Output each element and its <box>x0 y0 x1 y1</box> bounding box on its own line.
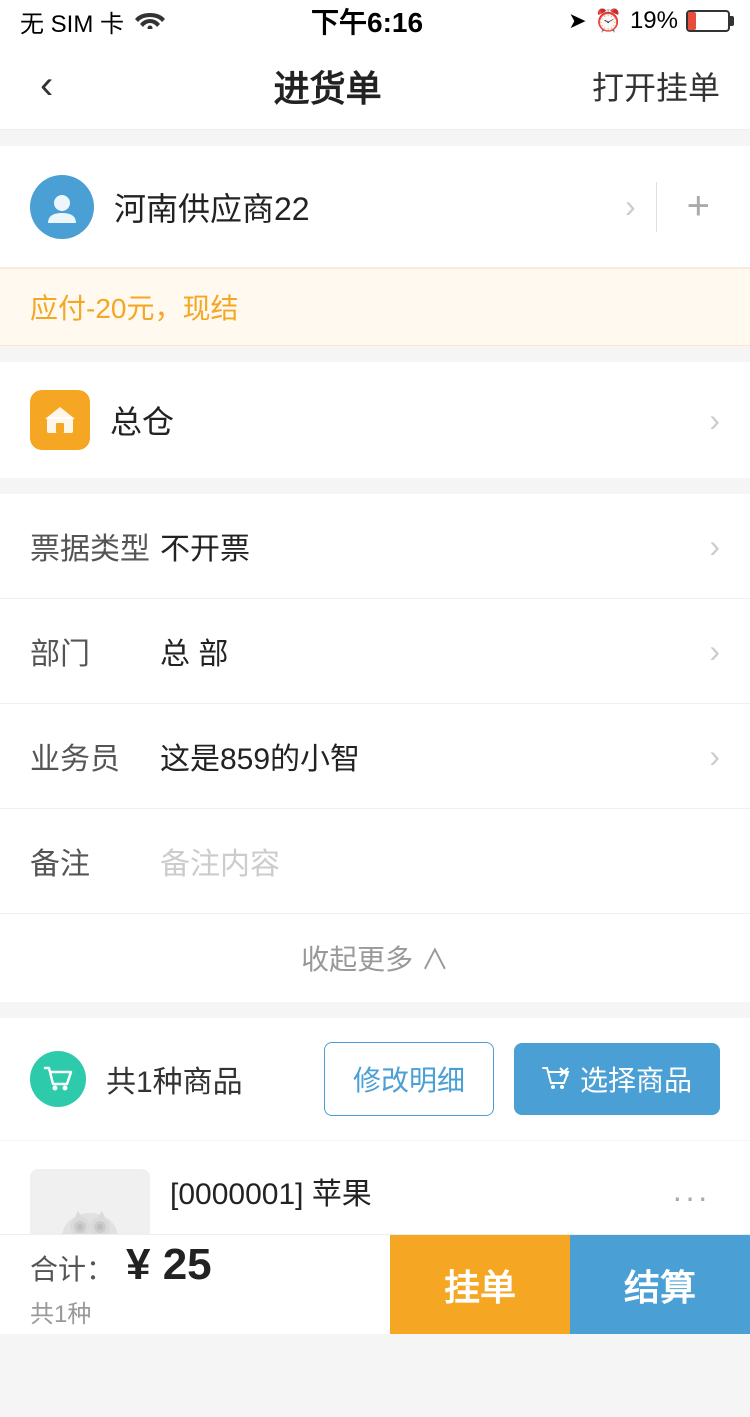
edit-detail-button[interactable]: 修改明细 <box>324 1042 494 1116</box>
collapse-section: 收起更多 ∧ <box>0 913 750 1002</box>
product-header: 共1种商品 修改明细 选择商品 <box>0 1018 750 1140</box>
nav-bar: ‹ 进货单 打开挂单 <box>0 42 750 130</box>
supplier-name: 河南供应商22 <box>114 184 625 230</box>
main-content: 河南供应商22 › + 应付-20元，现结 总仓 › 票据类型 不开票 <box>0 146 750 1417</box>
add-supplier-button[interactable]: + <box>677 174 720 239</box>
wifi-icon <box>134 7 166 36</box>
page-title: 进货单 <box>274 60 382 112</box>
status-time: 下午6:16 <box>311 1 423 41</box>
supplier-chevron-icon: › <box>625 188 636 225</box>
warehouse-section: 总仓 › <box>0 362 750 478</box>
remark-input[interactable]: 备注内容 <box>160 839 720 883</box>
invoice-type-chevron-icon: › <box>709 528 720 565</box>
battery-icon <box>686 10 730 32</box>
invoice-type-value: 不开票 <box>160 524 709 568</box>
warehouse-name: 总仓 <box>110 397 709 443</box>
warehouse-row[interactable]: 总仓 › <box>0 362 750 478</box>
department-label: 部门 <box>30 629 160 673</box>
collapse-text: 收起更多 ∧ <box>301 938 449 978</box>
location-icon: ➤ <box>568 8 586 34</box>
product-title: 苹果 <box>312 1178 372 1211</box>
cart-icon <box>30 1051 86 1107</box>
select-product-button[interactable]: 选择商品 <box>514 1043 720 1115</box>
product-code: [0000001] <box>170 1178 303 1211</box>
department-row[interactable]: 部门 总 部 › <box>0 599 750 704</box>
supplier-avatar <box>30 175 94 239</box>
remark-label: 备注 <box>30 839 160 883</box>
collapse-button[interactable]: 收起更多 ∧ <box>0 914 750 1002</box>
open-hang-button[interactable]: 打开挂单 <box>592 63 720 109</box>
department-chevron-icon: › <box>709 633 720 670</box>
back-button[interactable]: ‹ <box>30 53 63 118</box>
supplier-divider <box>656 182 657 232</box>
supplier-row[interactable]: 河南供应商22 › + <box>0 146 750 268</box>
alert-banner: 应付-20元，现结 <box>0 268 750 346</box>
supplier-section: 河南供应商22 › + 应付-20元，现结 <box>0 146 750 346</box>
warehouse-chevron-icon: › <box>709 402 720 439</box>
product-count-text: 共1种商品 <box>106 1057 304 1101</box>
hang-order-button[interactable]: 挂单 <box>390 1235 570 1334</box>
total-amount: ¥ 25 <box>126 1240 212 1290</box>
alarm-icon: ⏰ <box>595 8 622 34</box>
salesperson-value: 这是859的小智 <box>160 734 709 778</box>
invoice-type-row[interactable]: 票据类型 不开票 › <box>0 494 750 599</box>
warehouse-icon <box>30 390 90 450</box>
invoice-type-label: 票据类型 <box>30 524 160 568</box>
checkout-button[interactable]: 结算 <box>570 1235 750 1334</box>
department-value: 总 部 <box>160 629 709 673</box>
salesperson-label: 业务员 <box>30 734 160 778</box>
total-label: 合计： <box>30 1248 114 1288</box>
product-name: [0000001] 苹果 <box>170 1169 642 1213</box>
status-indicators: ➤ ⏰ 19% <box>568 7 730 35</box>
footer: 合计： ¥ 25 共1种 挂单 结算 <box>0 1234 750 1334</box>
select-product-cart-icon <box>542 1067 570 1091</box>
battery-text: 19% <box>630 7 678 35</box>
status-bar: 无 SIM 卡 下午6:16 ➤ ⏰ 19% <box>0 0 750 42</box>
salesperson-row[interactable]: 业务员 这是859的小智 › <box>0 704 750 809</box>
remark-row[interactable]: 备注 备注内容 <box>0 809 750 913</box>
select-product-label: 选择商品 <box>580 1059 692 1099</box>
salesperson-chevron-icon: › <box>709 738 720 775</box>
alert-text: 应付-20元，现结 <box>30 293 238 324</box>
product-more-button[interactable]: ··· <box>662 1169 720 1226</box>
fields-section: 票据类型 不开票 › 部门 总 部 › 业务员 这是859的小智 › 备注 备注… <box>0 494 750 913</box>
status-carrier: 无 SIM 卡 <box>20 4 166 39</box>
carrier-text: 无 SIM 卡 <box>20 4 124 39</box>
footer-total: 合计： ¥ 25 共1种 <box>0 1235 390 1334</box>
total-sub: 共1种 <box>30 1294 360 1329</box>
